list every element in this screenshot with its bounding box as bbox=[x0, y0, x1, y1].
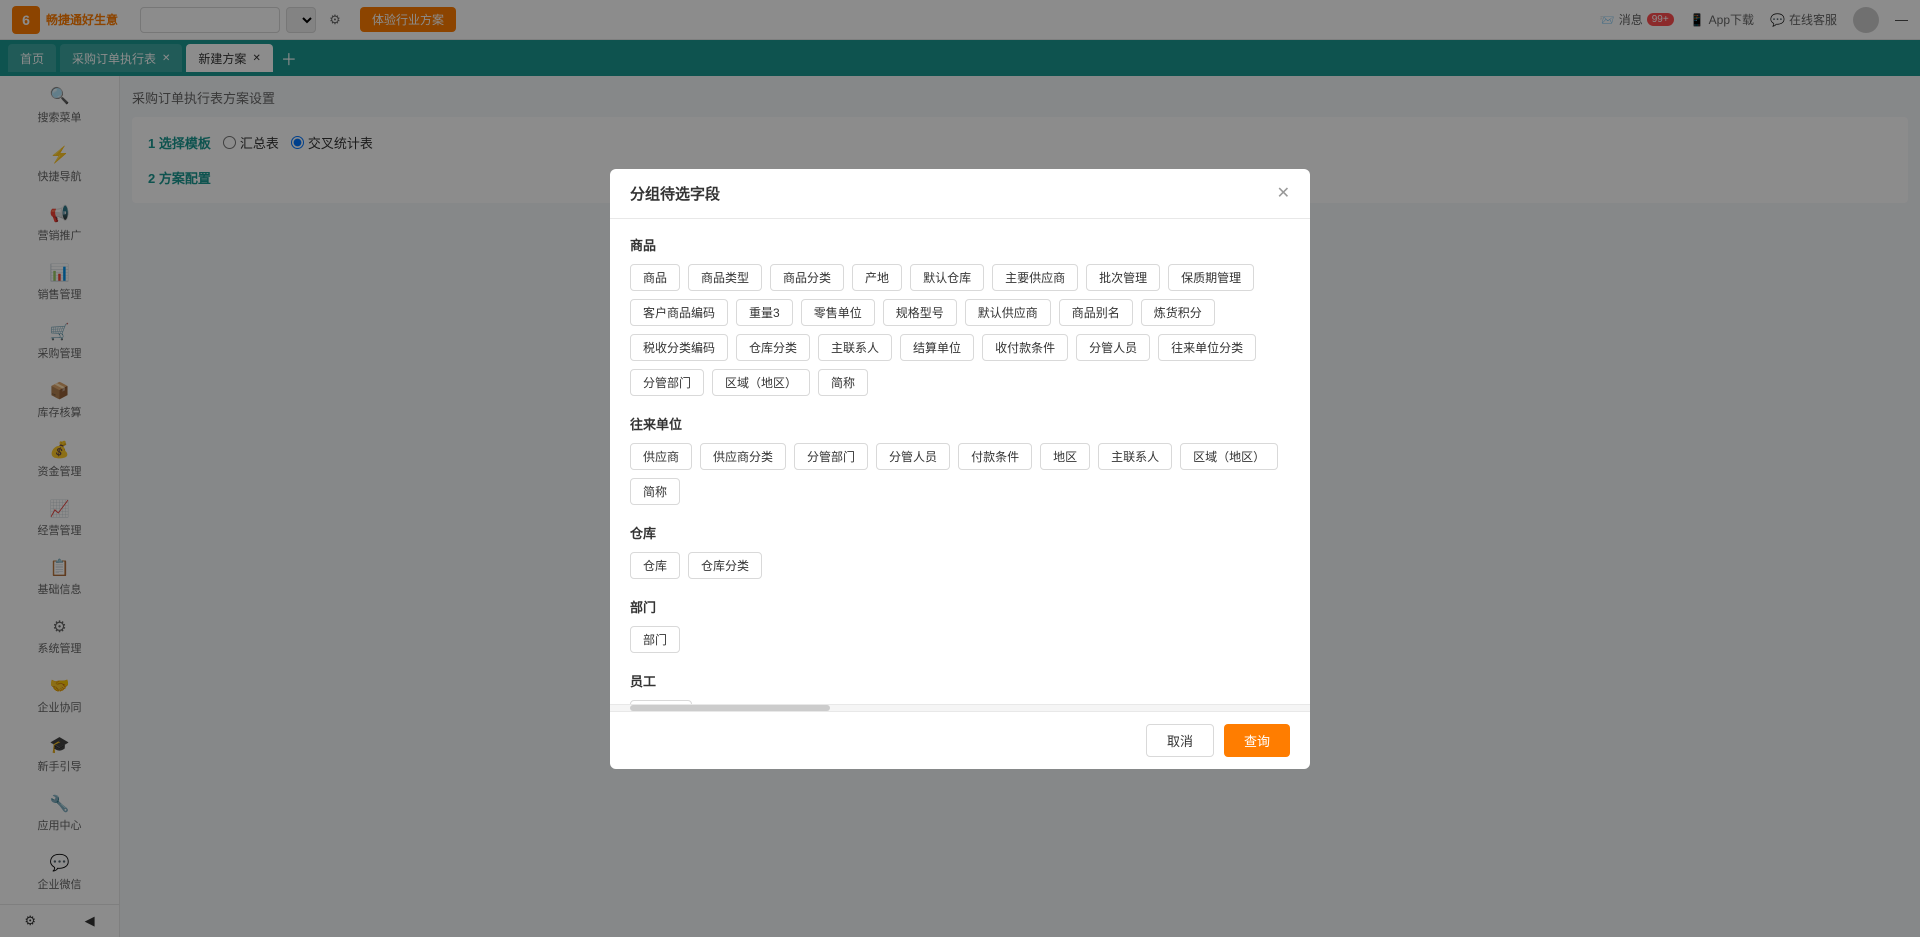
modal-body: 商品商品商品类型商品分类产地默认仓库主要供应商批次管理保质期管理客户商品编码重量… bbox=[610, 219, 1310, 704]
field-tag[interactable]: 结算单位 bbox=[900, 334, 974, 361]
field-tag[interactable]: 批次管理 bbox=[1086, 264, 1160, 291]
field-tag[interactable]: 仓库分类 bbox=[736, 334, 810, 361]
field-tag[interactable]: 分管人员 bbox=[876, 443, 950, 470]
field-group-title: 往来单位 bbox=[630, 414, 1290, 433]
field-tag[interactable]: 分管人员 bbox=[1076, 334, 1150, 361]
field-group-title: 部门 bbox=[630, 597, 1290, 616]
field-tag[interactable]: 收付款条件 bbox=[982, 334, 1068, 361]
field-tag[interactable]: 保质期管理 bbox=[1168, 264, 1254, 291]
field-tag[interactable]: 简称 bbox=[630, 478, 680, 505]
field-tag[interactable]: 仓库 bbox=[630, 552, 680, 579]
field-tag[interactable]: 仓库分类 bbox=[688, 552, 762, 579]
field-tag[interactable]: 分管部门 bbox=[630, 369, 704, 396]
field-tag[interactable]: 默认供应商 bbox=[965, 299, 1051, 326]
field-tag[interactable]: 主要供应商 bbox=[992, 264, 1078, 291]
modal-close-icon[interactable]: ✕ bbox=[1277, 183, 1290, 203]
field-tag[interactable]: 地区 bbox=[1040, 443, 1090, 470]
field-select-modal: 分组待选字段 ✕ 商品商品商品类型商品分类产地默认仓库主要供应商批次管理保质期管… bbox=[610, 169, 1310, 769]
field-group-title: 仓库 bbox=[630, 523, 1290, 542]
field-tag[interactable]: 主联系人 bbox=[1098, 443, 1172, 470]
modal-hscroll bbox=[610, 704, 1310, 711]
field-tag[interactable]: 简称 bbox=[818, 369, 868, 396]
field-tag[interactable]: 区域（地区） bbox=[1180, 443, 1278, 470]
field-group-title: 员工 bbox=[630, 671, 1290, 690]
field-tag[interactable]: 商品别名 bbox=[1059, 299, 1133, 326]
field-group-往来单位: 往来单位供应商供应商分类分管部门分管人员付款条件地区主联系人区域（地区） 简称 bbox=[630, 414, 1290, 505]
modal-footer: 取消 查询 bbox=[610, 711, 1310, 769]
field-tag[interactable]: 炼货积分 bbox=[1141, 299, 1215, 326]
field-tag[interactable]: 客户商品编码 bbox=[630, 299, 728, 326]
field-tag[interactable]: 部门 bbox=[630, 626, 680, 653]
field-tag[interactable]: 重量3 bbox=[736, 299, 793, 326]
field-tag[interactable]: 付款条件 bbox=[958, 443, 1032, 470]
field-tag[interactable]: 供应商分类 bbox=[700, 443, 786, 470]
field-group-员工: 员工业务员 bbox=[630, 671, 1290, 704]
field-group-部门: 部门部门 bbox=[630, 597, 1290, 653]
field-tag[interactable]: 区域（地区） bbox=[712, 369, 810, 396]
field-tag[interactable]: 商品分类 bbox=[770, 264, 844, 291]
field-tag[interactable]: 供应商 bbox=[630, 443, 692, 470]
field-tags: 仓库仓库分类 bbox=[630, 552, 1290, 579]
field-tags: 部门 bbox=[630, 626, 1290, 653]
modal-overlay: 分组待选字段 ✕ 商品商品商品类型商品分类产地默认仓库主要供应商批次管理保质期管… bbox=[0, 0, 1920, 937]
field-tag[interactable]: 税收分类编码 bbox=[630, 334, 728, 361]
field-tag[interactable]: 规格型号 bbox=[883, 299, 957, 326]
modal-title: 分组待选字段 bbox=[630, 183, 720, 204]
field-tags: 商品商品类型商品分类产地默认仓库主要供应商批次管理保质期管理客户商品编码重量3 零… bbox=[630, 264, 1290, 396]
confirm-button[interactable]: 查询 bbox=[1224, 724, 1290, 757]
field-group-title: 商品 bbox=[630, 235, 1290, 254]
field-group-仓库: 仓库仓库仓库分类 bbox=[630, 523, 1290, 579]
field-tag[interactable]: 商品 bbox=[630, 264, 680, 291]
field-tag[interactable]: 主联系人 bbox=[818, 334, 892, 361]
modal-header: 分组待选字段 ✕ bbox=[610, 169, 1310, 219]
field-tag[interactable]: 商品类型 bbox=[688, 264, 762, 291]
field-tag[interactable]: 零售单位 bbox=[801, 299, 875, 326]
field-tag[interactable]: 分管部门 bbox=[794, 443, 868, 470]
field-tag[interactable]: 往来单位分类 bbox=[1158, 334, 1256, 361]
field-tag[interactable]: 产地 bbox=[852, 264, 902, 291]
field-tag[interactable]: 默认仓库 bbox=[910, 264, 984, 291]
field-tags: 供应商供应商分类分管部门分管人员付款条件地区主联系人区域（地区） 简称 bbox=[630, 443, 1290, 505]
field-group-商品: 商品商品商品类型商品分类产地默认仓库主要供应商批次管理保质期管理客户商品编码重量… bbox=[630, 235, 1290, 396]
cancel-button[interactable]: 取消 bbox=[1146, 724, 1214, 757]
